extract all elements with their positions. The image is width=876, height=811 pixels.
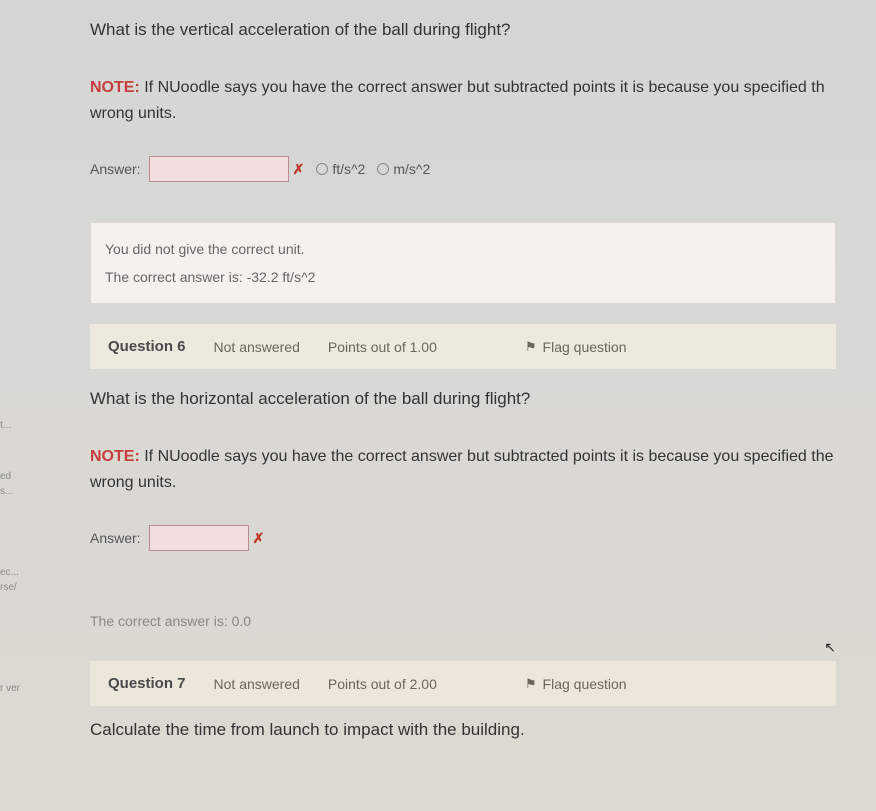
- note-tail: wrong units.: [90, 105, 176, 122]
- question-6-body: What is the horizontal acceleration of t…: [40, 369, 876, 601]
- question-points: Points out of 1.00: [328, 339, 437, 355]
- question-6-answer-row: Answer: ✗: [90, 525, 836, 551]
- note-label: NOTE:: [90, 79, 140, 96]
- question-number: Question 6: [108, 338, 186, 355]
- question-7-body: Calculate the time from launch to impact…: [40, 706, 876, 750]
- question-points: Points out of 2.00: [328, 676, 437, 692]
- note-tail: wrong units.: [90, 474, 176, 491]
- answer-label: Answer:: [90, 161, 141, 177]
- incorrect-x-icon: ✗: [253, 530, 265, 547]
- left-margin-ghost-text: t... ed s... ec... rse/ r ver...: [0, 0, 20, 811]
- note-body: If NUoodle says you have the correct ans…: [144, 79, 824, 96]
- feedback-line-2: The correct answer is: -32.2 ft/s^2: [105, 263, 821, 291]
- question-status: Not answered: [214, 676, 300, 692]
- question-6-text: What is the horizontal acceleration of t…: [90, 389, 836, 409]
- radio-icon: [377, 163, 389, 175]
- mouse-cursor-icon: ↖: [824, 639, 836, 656]
- question-5-feedback: You did not give the correct unit. The c…: [90, 222, 836, 304]
- question-5-text: What is the vertical acceleration of the…: [90, 20, 836, 40]
- question-status: Not answered: [214, 339, 300, 355]
- feedback-line-1: You did not give the correct unit.: [105, 235, 821, 263]
- unit-option-mps2[interactable]: m/s^2: [377, 161, 430, 177]
- flag-question-link[interactable]: ⚑ Flag question: [525, 676, 627, 692]
- question-5-body: What is the vertical acceleration of the…: [40, 0, 876, 222]
- unit-option-ftps2[interactable]: ft/s^2: [316, 161, 365, 177]
- answer-label: Answer:: [90, 530, 141, 546]
- question-7-text: Calculate the time from launch to impact…: [90, 720, 836, 740]
- incorrect-x-icon: ✗: [293, 161, 305, 178]
- quiz-page: What is the vertical acceleration of the…: [40, 0, 876, 750]
- question-6-header: Question 6 Not answered Points out of 1.…: [90, 324, 836, 369]
- flag-question-link[interactable]: ⚑ Flag question: [525, 339, 627, 355]
- question-6-feedback: The correct answer is: 0.0: [90, 601, 836, 641]
- radio-icon: [316, 163, 328, 175]
- question-5-answer-row: Answer: ✗ ft/s^2 m/s^2: [90, 156, 836, 182]
- question-7-header: Question 7 Not answered Points out of 2.…: [90, 661, 836, 706]
- question-6-answer-input[interactable]: [149, 525, 249, 551]
- question-6-note: NOTE: If NUoodle says you have the corre…: [90, 444, 836, 495]
- question-number: Question 7: [108, 675, 186, 692]
- flag-icon: ⚑: [525, 676, 537, 692]
- note-body: If NUoodle says you have the correct ans…: [144, 448, 833, 465]
- question-5-answer-input[interactable]: [149, 156, 289, 182]
- question-5-note: NOTE: If NUoodle says you have the corre…: [90, 75, 836, 126]
- flag-icon: ⚑: [525, 339, 537, 355]
- note-label: NOTE:: [90, 448, 140, 465]
